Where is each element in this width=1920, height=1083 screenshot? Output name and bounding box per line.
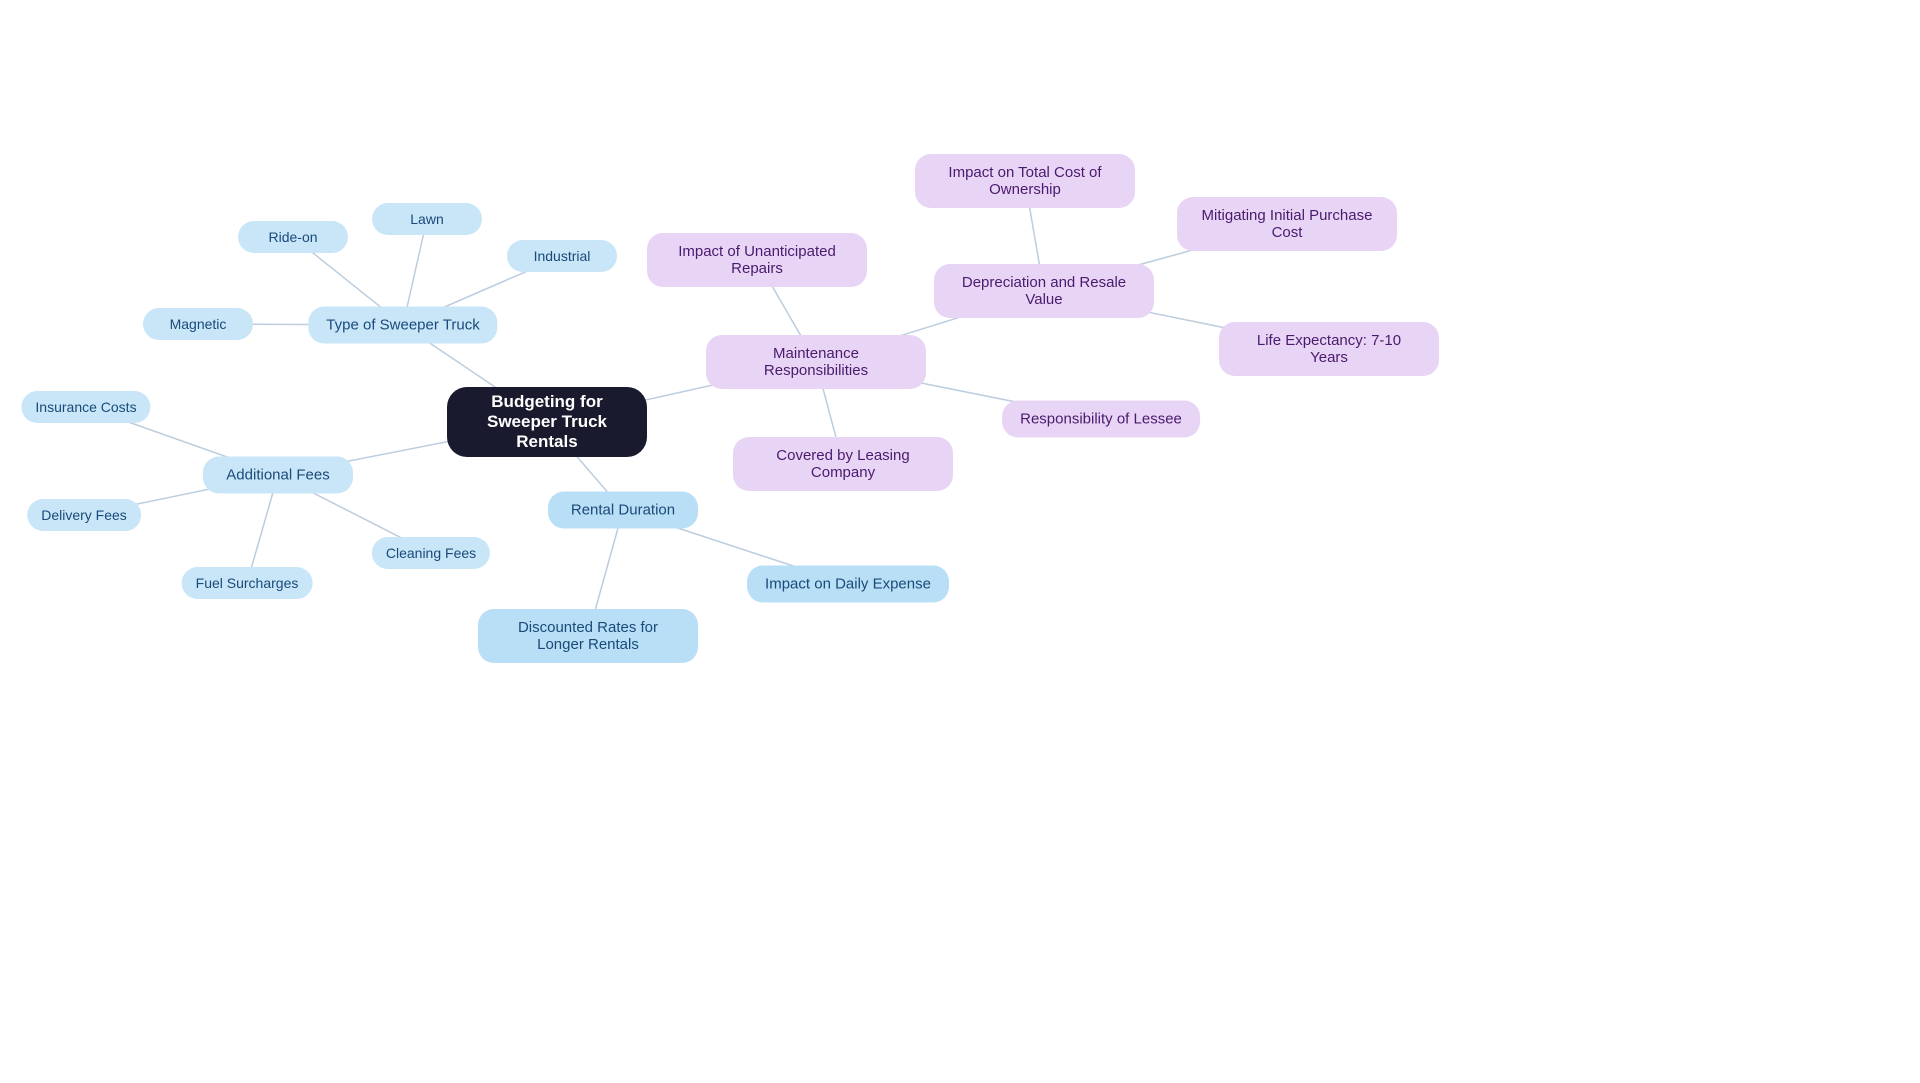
life-expectancy-node[interactable]: Life Expectancy: 7-10 Years [1219,322,1439,376]
maintenance-node[interactable]: Maintenance Responsibilities [706,335,926,389]
rental-duration-node[interactable]: Rental Duration [548,492,698,529]
insurance-node[interactable]: Insurance Costs [21,391,150,423]
delivery-node[interactable]: Delivery Fees [27,499,141,531]
industrial-node[interactable]: Industrial [507,240,617,272]
cleaning-node[interactable]: Cleaning Fees [372,537,490,569]
discounted-node[interactable]: Discounted Rates for Longer Rentals [478,609,698,663]
mitigating-node[interactable]: Mitigating Initial Purchase Cost [1177,197,1397,251]
impact-tco-node[interactable]: Impact on Total Cost of Ownership [915,154,1135,208]
ride-on-node[interactable]: Ride-on [238,221,348,253]
magnetic-node[interactable]: Magnetic [143,308,253,340]
covered-node[interactable]: Covered by Leasing Company [733,437,953,491]
responsibility-node[interactable]: Responsibility of Lessee [1002,401,1200,438]
additional-fees-node[interactable]: Additional Fees [203,457,353,494]
fuel-node[interactable]: Fuel Surcharges [182,567,313,599]
mindmap-container: Budgeting for Sweeper Truck Rentals Type … [0,0,1920,1083]
type-sweeper-node[interactable]: Type of Sweeper Truck [308,307,497,344]
unanticipated-node[interactable]: Impact of Unanticipated Repairs [647,233,867,287]
impact-daily-node[interactable]: Impact on Daily Expense [747,566,949,603]
center-node[interactable]: Budgeting for Sweeper Truck Rentals [447,387,647,457]
depreciation-node[interactable]: Depreciation and Resale Value [934,264,1154,318]
lawn-node[interactable]: Lawn [372,203,482,235]
